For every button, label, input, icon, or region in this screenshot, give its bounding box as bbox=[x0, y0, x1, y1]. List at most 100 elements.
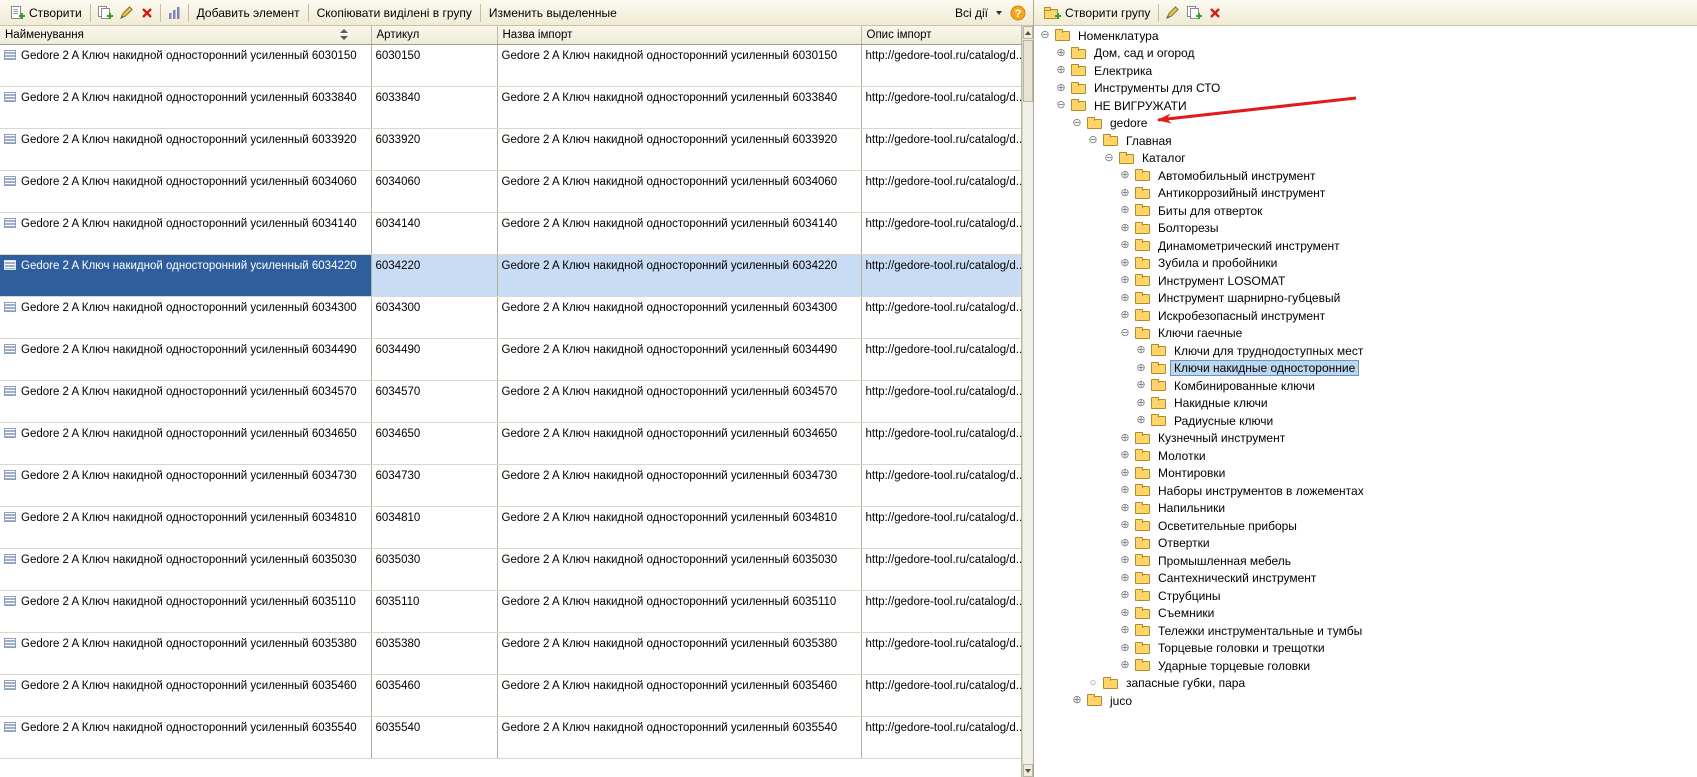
tree-item[interactable]: ⊕ Инструменты для СТО bbox=[1034, 80, 1697, 98]
tree-item[interactable]: ⊕ Дом, сад и огород bbox=[1034, 45, 1697, 63]
tree-item[interactable]: ⊕ Ключи накидные односторонние bbox=[1034, 360, 1697, 378]
cell-import-desc[interactable]: http://gedore-tool.ru/catalog/d... bbox=[861, 422, 1021, 465]
tree-item[interactable]: ⊕ Електрика bbox=[1034, 62, 1697, 80]
tree-item[interactable]: ⊕ Сантехнический инструмент bbox=[1034, 570, 1697, 588]
edit-button[interactable] bbox=[116, 3, 137, 22]
table-row[interactable]: Gedore 2 A Ключ накидной односторонний у… bbox=[0, 674, 1021, 717]
tree-item[interactable]: ⊖ НЕ ВИГРУЖАТИ bbox=[1034, 97, 1697, 115]
tree-item[interactable]: ⊕ Комбинированные ключи bbox=[1034, 377, 1697, 395]
tree-item[interactable]: ⊕ Зубила и пробойники bbox=[1034, 255, 1697, 273]
cell-article[interactable]: 6035110 bbox=[371, 590, 498, 633]
tree-item[interactable]: ⊕ Тележки инструментальные и тумбы bbox=[1034, 622, 1697, 640]
expand-toggle-icon[interactable]: ⊕ bbox=[1134, 362, 1148, 374]
cell-import-desc[interactable]: http://gedore-tool.ru/catalog/d... bbox=[861, 44, 1021, 87]
expand-toggle-icon[interactable]: ⊕ bbox=[1134, 415, 1148, 426]
expand-toggle-icon[interactable]: ⊕ bbox=[1118, 642, 1132, 654]
cell-name[interactable]: Gedore 2 A Ключ накидной односторонний у… bbox=[0, 422, 372, 465]
expand-toggle-icon[interactable]: ⊕ bbox=[1054, 47, 1068, 59]
expand-toggle-icon[interactable]: ⊕ bbox=[1118, 432, 1132, 444]
table-row[interactable]: Gedore 2 A Ключ накидной односторонний у… bbox=[0, 128, 1021, 171]
table-row[interactable]: Gedore 2 A Ключ накидной односторонний у… bbox=[0, 254, 1021, 297]
cell-import-desc[interactable]: http://gedore-tool.ru/catalog/d... bbox=[861, 128, 1021, 171]
expand-toggle-icon[interactable]: ⊕ bbox=[1118, 257, 1132, 269]
table-row[interactable]: Gedore 2 A Ключ накидной односторонний у… bbox=[0, 338, 1021, 381]
cell-import-name[interactable]: Gedore 2 A Ключ накидной односторонний у… bbox=[497, 506, 862, 549]
cell-import-name[interactable]: Gedore 2 A Ключ накидной односторонний у… bbox=[497, 422, 862, 465]
expand-toggle-icon[interactable]: ⊕ bbox=[1054, 65, 1068, 76]
cell-import-name[interactable]: Gedore 2 A Ключ накидной односторонний у… bbox=[497, 86, 862, 129]
cell-import-desc[interactable]: http://gedore-tool.ru/catalog/d... bbox=[861, 254, 1021, 297]
create-group-button[interactable]: Створити групу bbox=[1038, 3, 1155, 23]
expand-toggle-icon[interactable]: ⊕ bbox=[1118, 170, 1132, 181]
cell-article[interactable]: 6033920 bbox=[371, 128, 498, 171]
tree-item[interactable]: ⊕ Искробезопасный инструмент bbox=[1034, 307, 1697, 325]
column-header-name[interactable]: Найменування bbox=[0, 26, 372, 45]
cell-import-desc[interactable]: http://gedore-tool.ru/catalog/d... bbox=[861, 548, 1021, 591]
tree-item[interactable]: ⊕ Ключи для труднодоступных мест bbox=[1034, 342, 1697, 360]
expand-toggle-icon[interactable]: ⊕ bbox=[1118, 467, 1132, 479]
cell-name[interactable]: Gedore 2 A Ключ накидной односторонний у… bbox=[0, 86, 372, 129]
tree-item[interactable]: ⊕ Ударные торцевые головки bbox=[1034, 657, 1697, 675]
cell-import-desc[interactable]: http://gedore-tool.ru/catalog/d... bbox=[861, 464, 1021, 507]
cell-import-desc[interactable]: http://gedore-tool.ru/catalog/d... bbox=[861, 590, 1021, 633]
collapse-toggle-icon[interactable]: ⊖ bbox=[1038, 30, 1052, 41]
expand-toggle-icon[interactable]: ⊕ bbox=[1118, 485, 1132, 496]
tree-item[interactable]: ⊕ Осветительные приборы bbox=[1034, 517, 1697, 535]
tree-item[interactable]: ⊕ Монтировки bbox=[1034, 465, 1697, 483]
tree-item[interactable]: ⊕ Кузнечный инструмент bbox=[1034, 430, 1697, 448]
tree-item[interactable]: ⊕ Молотки bbox=[1034, 447, 1697, 465]
cell-import-name[interactable]: Gedore 2 A Ключ накидной односторонний у… bbox=[497, 590, 862, 633]
set-interval-button[interactable] bbox=[164, 4, 185, 22]
cell-article[interactable]: 6035380 bbox=[371, 632, 498, 675]
expand-toggle-icon[interactable]: ⊕ bbox=[1118, 537, 1132, 549]
expand-toggle-icon[interactable]: ⊕ bbox=[1070, 695, 1084, 706]
cell-name[interactable]: Gedore 2 A Ключ накидной односторонний у… bbox=[0, 212, 372, 255]
cell-article[interactable]: 6034730 bbox=[371, 464, 498, 507]
cell-import-desc[interactable]: http://gedore-tool.ru/catalog/d... bbox=[861, 170, 1021, 213]
cell-article[interactable]: 6033840 bbox=[371, 86, 498, 129]
collapse-toggle-icon[interactable]: ⊖ bbox=[1070, 117, 1084, 129]
cell-import-desc[interactable]: http://gedore-tool.ru/catalog/d... bbox=[861, 632, 1021, 675]
tree-item[interactable]: ⊖ Главная bbox=[1034, 132, 1697, 150]
table-row[interactable]: Gedore 2 A Ключ накидной односторонний у… bbox=[0, 86, 1021, 129]
table-row[interactable]: Gedore 2 A Ключ накидной односторонний у… bbox=[0, 170, 1021, 213]
cell-name[interactable]: Gedore 2 A Ключ накидной односторонний у… bbox=[0, 170, 372, 213]
cell-import-name[interactable]: Gedore 2 A Ключ накидной односторонний у… bbox=[497, 548, 862, 591]
cell-article[interactable]: 6034810 bbox=[371, 506, 498, 549]
expand-toggle-icon[interactable]: ⊕ bbox=[1134, 345, 1148, 356]
table-row[interactable]: Gedore 2 A Ключ накидной односторонний у… bbox=[0, 632, 1021, 675]
copy-selected-to-group-button[interactable]: Скопіювати виділені в групу bbox=[312, 4, 477, 22]
tree-item[interactable]: ⊕ Болторезы bbox=[1034, 220, 1697, 238]
table-row[interactable]: Gedore 2 A Ключ накидной односторонний у… bbox=[0, 296, 1021, 339]
cell-import-name[interactable]: Gedore 2 A Ключ накидной односторонний у… bbox=[497, 44, 862, 87]
collapse-toggle-icon[interactable]: ⊖ bbox=[1086, 135, 1100, 146]
cell-article[interactable]: 6035460 bbox=[371, 674, 498, 717]
table-scrollbar[interactable] bbox=[1022, 26, 1033, 777]
cell-name[interactable]: Gedore 2 A Ключ накидной односторонний у… bbox=[0, 506, 372, 549]
cell-import-desc[interactable]: http://gedore-tool.ru/catalog/d... bbox=[861, 716, 1021, 759]
cell-import-name[interactable]: Gedore 2 A Ключ накидной односторонний у… bbox=[497, 338, 862, 381]
tree-item[interactable]: ○ запасные губки, пара bbox=[1034, 675, 1697, 693]
cell-import-name[interactable]: Gedore 2 A Ключ накидной односторонний у… bbox=[497, 296, 862, 339]
expand-toggle-icon[interactable]: ⊕ bbox=[1118, 555, 1132, 566]
table-row[interactable]: Gedore 2 A Ключ накидной односторонний у… bbox=[0, 464, 1021, 507]
cell-name[interactable]: Gedore 2 A Ключ накидной односторонний у… bbox=[0, 590, 372, 633]
expand-toggle-icon[interactable]: ⊕ bbox=[1118, 240, 1132, 251]
delete-group-button[interactable] bbox=[1205, 4, 1225, 22]
cell-article[interactable]: 6034650 bbox=[371, 422, 498, 465]
collapse-toggle-icon[interactable]: ⊖ bbox=[1054, 100, 1068, 111]
cell-name[interactable]: Gedore 2 A Ключ накидной односторонний у… bbox=[0, 338, 372, 381]
cell-article[interactable]: 6034490 bbox=[371, 338, 498, 381]
scrollbar-track[interactable] bbox=[1023, 102, 1033, 764]
cell-import-desc[interactable]: http://gedore-tool.ru/catalog/d... bbox=[861, 86, 1021, 129]
cell-name[interactable]: Gedore 2 A Ключ накидной односторонний у… bbox=[0, 716, 372, 759]
expand-toggle-icon[interactable]: ⊕ bbox=[1134, 397, 1148, 409]
expand-toggle-icon[interactable]: ⊕ bbox=[1118, 520, 1132, 531]
expand-toggle-icon[interactable]: ⊕ bbox=[1118, 310, 1132, 321]
expand-toggle-icon[interactable]: ⊕ bbox=[1118, 625, 1132, 636]
tree-item[interactable]: ⊕ Торцевые головки и трещотки bbox=[1034, 640, 1697, 658]
expand-toggle-icon[interactable]: ⊕ bbox=[1134, 380, 1148, 391]
cell-article[interactable]: 6035540 bbox=[371, 716, 498, 759]
tree-item[interactable]: ⊕ Съемники bbox=[1034, 605, 1697, 623]
all-actions-button[interactable]: Всі дії bbox=[950, 4, 1007, 22]
